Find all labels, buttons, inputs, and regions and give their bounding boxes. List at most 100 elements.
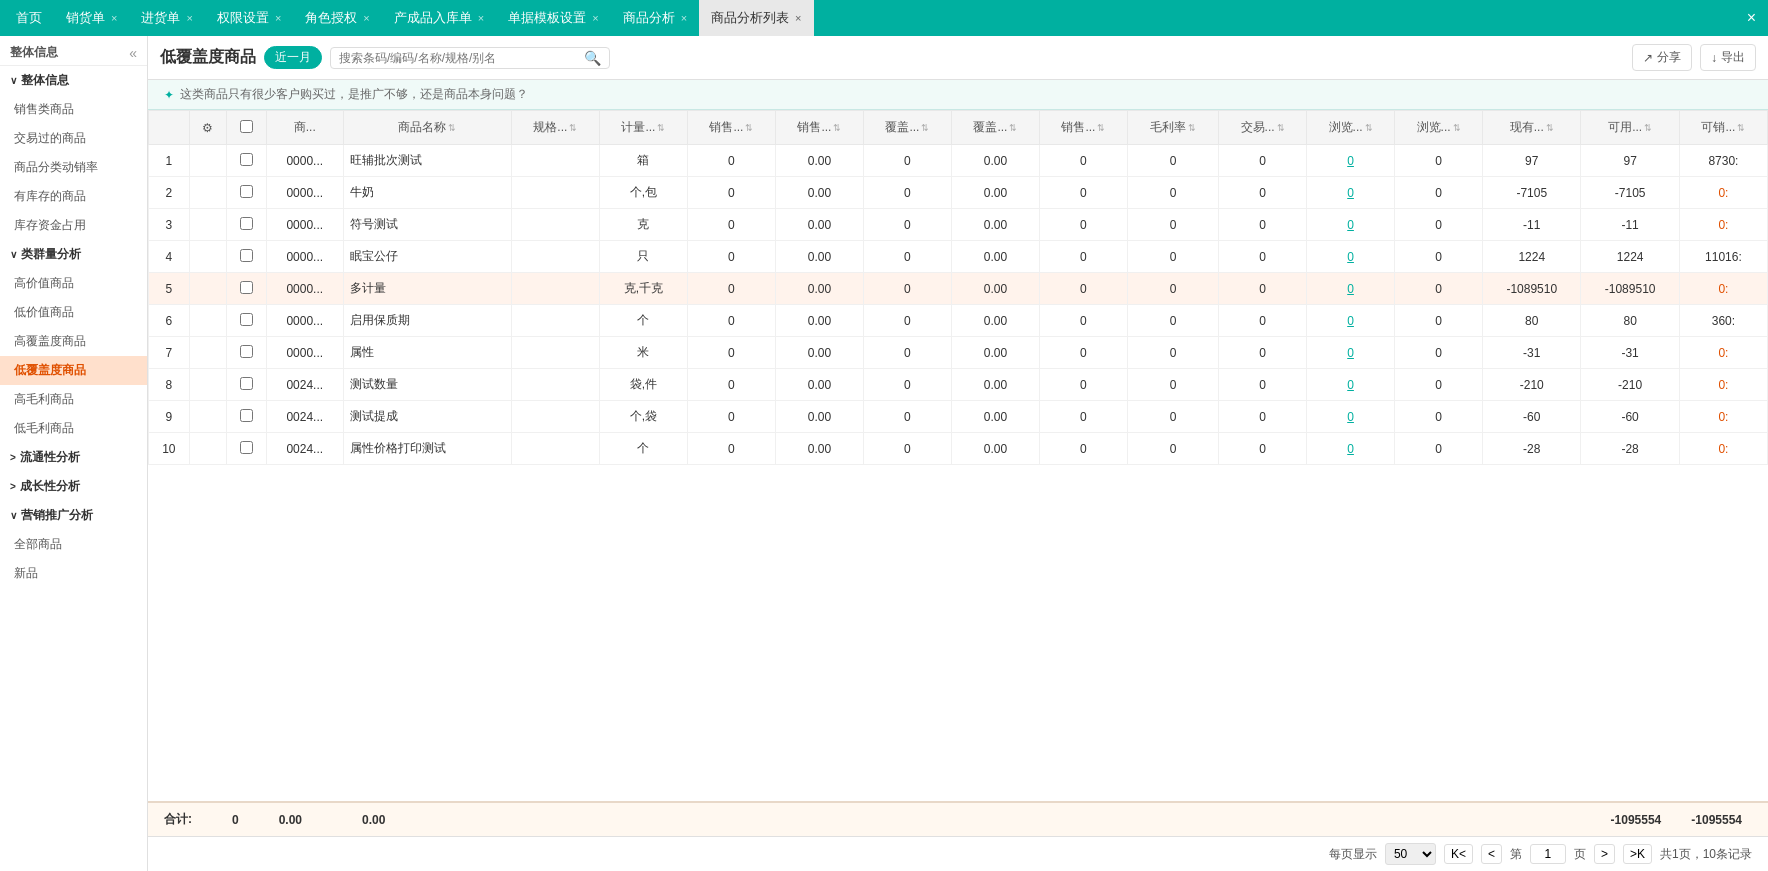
select-all-checkbox[interactable]	[240, 120, 253, 133]
sidebar-item-有库存的商品[interactable]: 有库存的商品	[0, 182, 147, 211]
nav-tab-角色授权[interactable]: 角色授权×	[293, 0, 381, 36]
cell-checkbox[interactable]	[226, 273, 266, 305]
page-input[interactable]	[1530, 844, 1566, 864]
cell-settings[interactable]	[189, 337, 226, 369]
cell-checkbox[interactable]	[226, 241, 266, 273]
cell-checkbox[interactable]	[226, 209, 266, 241]
cell-browse1[interactable]: 0	[1307, 305, 1395, 337]
col-header-browse2[interactable]: 浏览...⇅	[1395, 111, 1483, 145]
sidebar-item-交易过的商品[interactable]: 交易过的商品	[0, 124, 147, 153]
cell-browse1[interactable]: 0	[1307, 433, 1395, 465]
nav-tab-close[interactable]: ×	[186, 12, 192, 24]
cell-checkbox[interactable]	[226, 401, 266, 433]
nav-tab-close[interactable]: ×	[592, 12, 598, 24]
sidebar-item-低价值商品[interactable]: 低价值商品	[0, 298, 147, 327]
col-header-sales_amount[interactable]: 销售...⇅	[775, 111, 863, 145]
next-page-button[interactable]: >	[1594, 844, 1615, 864]
sidebar-item-全部商品[interactable]: 全部商品	[0, 530, 147, 559]
sidebar-item-商品分类动销率[interactable]: 商品分类动销率	[0, 153, 147, 182]
col-header-available[interactable]: 可用...⇅	[1581, 111, 1679, 145]
sidebar-collapse-button[interactable]: «	[129, 45, 137, 61]
cell-checkbox[interactable]	[226, 433, 266, 465]
cell-browse1[interactable]: 0	[1307, 209, 1395, 241]
col-header-unit[interactable]: 计量...⇅	[599, 111, 687, 145]
col-header-cover1[interactable]: 覆盖...⇅	[863, 111, 951, 145]
row-checkbox[interactable]	[240, 441, 253, 454]
sidebar-item-高毛利商品[interactable]: 高毛利商品	[0, 385, 147, 414]
cell-browse1[interactable]: 0	[1307, 273, 1395, 305]
nav-tab-close[interactable]: ×	[478, 12, 484, 24]
window-close-button[interactable]: ×	[1739, 9, 1764, 27]
nav-tab-首页[interactable]: 首页	[4, 0, 54, 36]
cell-checkbox[interactable]	[226, 177, 266, 209]
export-button[interactable]: ↓ 导出	[1700, 44, 1756, 71]
search-input[interactable]	[339, 51, 584, 65]
col-header-sales_count[interactable]: 销售...⇅	[687, 111, 775, 145]
col-header-trade[interactable]: 交易...⇅	[1219, 111, 1307, 145]
row-checkbox[interactable]	[240, 345, 253, 358]
per-page-select[interactable]: 102050100	[1385, 843, 1436, 865]
sidebar-item-销售类商品[interactable]: 销售类商品	[0, 95, 147, 124]
nav-tab-close[interactable]: ×	[111, 12, 117, 24]
cell-browse1[interactable]: 0	[1307, 145, 1395, 177]
cell-checkbox[interactable]	[226, 369, 266, 401]
sidebar-item-库存资金占用[interactable]: 库存资金占用	[0, 211, 147, 240]
sidebar-item-低覆盖度商品[interactable]: 低覆盖度商品	[0, 356, 147, 385]
row-checkbox[interactable]	[240, 217, 253, 230]
cell-settings[interactable]	[189, 209, 226, 241]
sidebar-group-label-营销推广分析[interactable]: ∨营销推广分析	[0, 501, 147, 530]
cell-settings[interactable]	[189, 433, 226, 465]
cell-checkbox[interactable]	[226, 305, 266, 337]
cell-browse1[interactable]: 0	[1307, 401, 1395, 433]
cell-browse1[interactable]: 0	[1307, 241, 1395, 273]
cell-settings[interactable]	[189, 145, 226, 177]
nav-tab-close[interactable]: ×	[795, 12, 801, 24]
col-header-browse1[interactable]: 浏览...⇅	[1307, 111, 1395, 145]
col-header-cover2[interactable]: 覆盖...⇅	[951, 111, 1039, 145]
nav-tab-进货单[interactable]: 进货单×	[129, 0, 204, 36]
nav-tab-close[interactable]: ×	[681, 12, 687, 24]
nav-tab-单据模板设置[interactable]: 单据模板设置×	[496, 0, 610, 36]
sidebar-item-高覆盖度商品[interactable]: 高覆盖度商品	[0, 327, 147, 356]
nav-tab-销货单[interactable]: 销货单×	[54, 0, 129, 36]
col-header-saleable[interactable]: 可销...⇅	[1679, 111, 1767, 145]
cell-settings[interactable]	[189, 177, 226, 209]
nav-tab-商品分析[interactable]: 商品分析×	[611, 0, 699, 36]
cell-settings[interactable]	[189, 369, 226, 401]
prev-page-button[interactable]: <	[1481, 844, 1502, 864]
col-header-sales3[interactable]: 销售...⇅	[1039, 111, 1127, 145]
cell-browse1[interactable]: 0	[1307, 369, 1395, 401]
cell-settings[interactable]	[189, 273, 226, 305]
row-checkbox[interactable]	[240, 281, 253, 294]
sidebar-item-新品[interactable]: 新品	[0, 559, 147, 588]
row-checkbox[interactable]	[240, 185, 253, 198]
first-page-button[interactable]: K<	[1444, 844, 1473, 864]
row-checkbox[interactable]	[240, 313, 253, 326]
row-checkbox[interactable]	[240, 249, 253, 262]
cell-settings[interactable]	[189, 401, 226, 433]
sidebar-group-label-流通性分析[interactable]: >流通性分析	[0, 443, 147, 472]
cell-checkbox[interactable]	[226, 145, 266, 177]
col-header-gross_margin[interactable]: 毛利率⇅	[1127, 111, 1218, 145]
sidebar-group-label-成长性分析[interactable]: >成长性分析	[0, 472, 147, 501]
sidebar-group-label-整体信息[interactable]: ∨整体信息	[0, 66, 147, 95]
cell-settings[interactable]	[189, 241, 226, 273]
cell-browse1[interactable]: 0	[1307, 177, 1395, 209]
sidebar-item-低毛利商品[interactable]: 低毛利商品	[0, 414, 147, 443]
col-header-name[interactable]: 商品名称⇅	[343, 111, 511, 145]
nav-tab-产成品入库单[interactable]: 产成品入库单×	[382, 0, 496, 36]
nav-tab-close[interactable]: ×	[275, 12, 281, 24]
cell-checkbox[interactable]	[226, 337, 266, 369]
nav-tab-权限设置[interactable]: 权限设置×	[205, 0, 293, 36]
cell-settings[interactable]	[189, 305, 226, 337]
row-checkbox[interactable]	[240, 409, 253, 422]
col-header-code[interactable]: 商...	[266, 111, 343, 145]
share-button[interactable]: ↗ 分享	[1632, 44, 1692, 71]
last-page-button[interactable]: >K	[1623, 844, 1652, 864]
sidebar-group-label-类群量分析[interactable]: ∨类群量分析	[0, 240, 147, 269]
row-checkbox[interactable]	[240, 377, 253, 390]
col-header-current_stock[interactable]: 现有...⇅	[1483, 111, 1581, 145]
sidebar-item-高价值商品[interactable]: 高价值商品	[0, 269, 147, 298]
cell-browse1[interactable]: 0	[1307, 337, 1395, 369]
period-button[interactable]: 近一月	[264, 46, 322, 69]
